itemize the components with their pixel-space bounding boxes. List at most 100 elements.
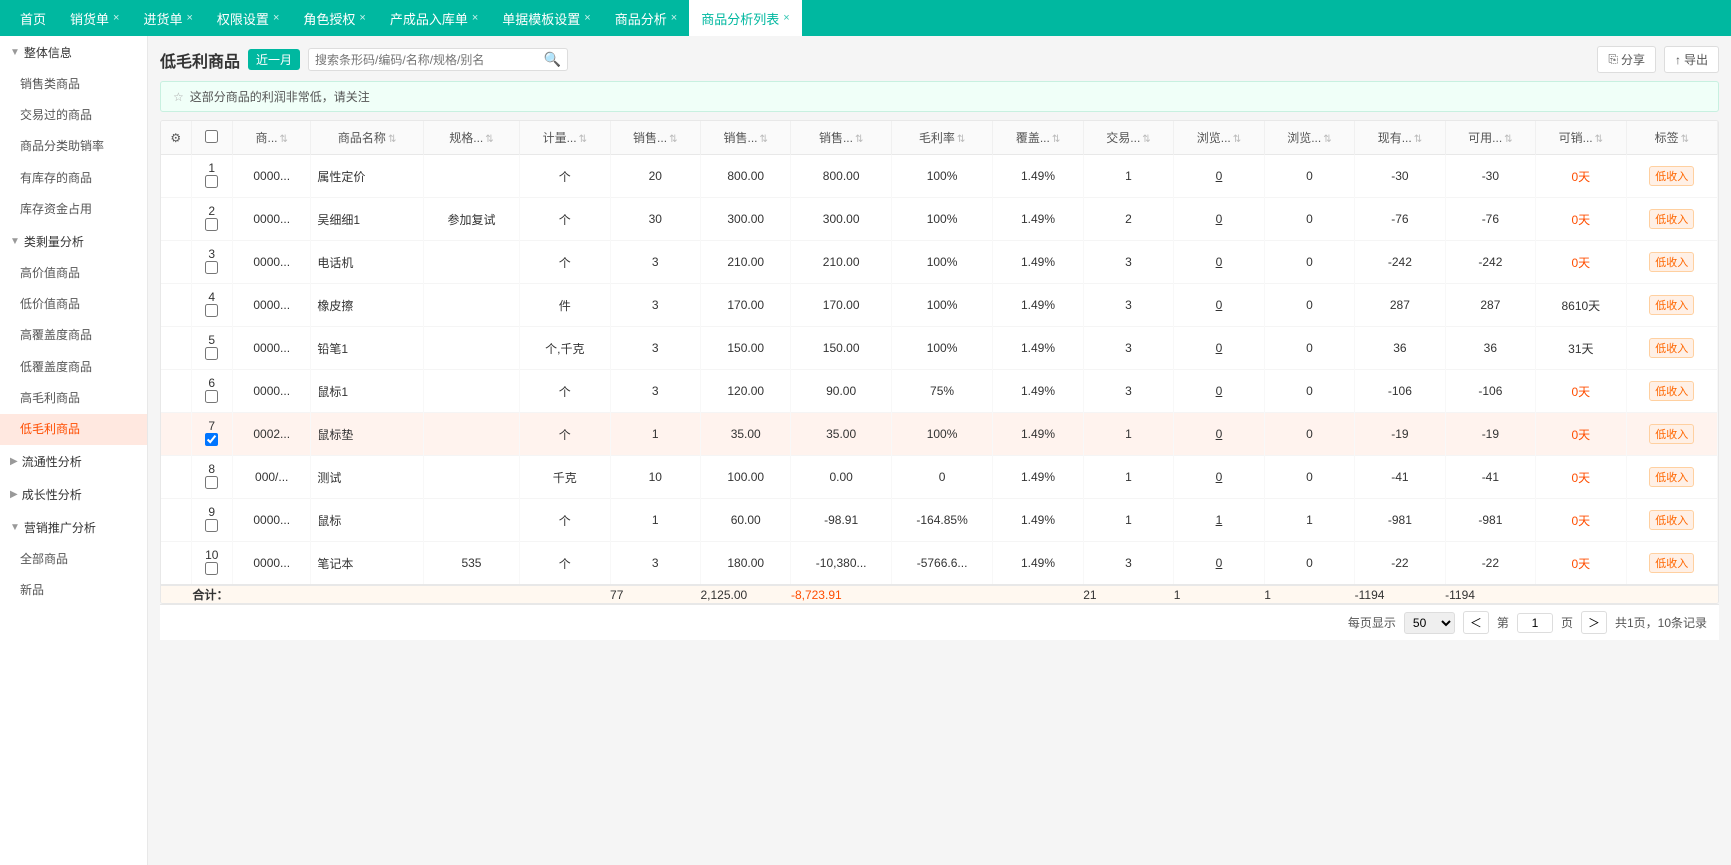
sidebar-item-category-sales-rate[interactable]: 商品分类助销率: [0, 131, 147, 162]
col-tag[interactable]: 标签⇅: [1626, 121, 1717, 155]
view1-link[interactable]: 0: [1216, 255, 1223, 269]
row-checkbox[interactable]: [205, 390, 218, 403]
nav-permission[interactable]: 权限设置 ×: [205, 0, 291, 36]
col-current[interactable]: 现有...⇅: [1355, 121, 1445, 155]
export-button[interactable]: ↑ 导出: [1664, 46, 1719, 73]
sidebar-item-traded-products[interactable]: 交易过的商品: [0, 100, 147, 131]
row-view1[interactable]: 0: [1174, 542, 1264, 586]
total-sales-profit: -8,723.91: [791, 585, 891, 603]
close-icon[interactable]: ×: [472, 12, 478, 24]
close-icon[interactable]: ×: [113, 12, 119, 24]
row-name: 吴细细1: [311, 198, 424, 241]
row-saleable: 0天: [1536, 499, 1626, 542]
row-checkbox[interactable]: [205, 433, 218, 446]
row-checkbox[interactable]: [205, 562, 218, 575]
nav-purchase-order[interactable]: 进货单 ×: [131, 0, 204, 36]
sidebar-item-high-coverage[interactable]: 高覆盖度商品: [0, 320, 147, 351]
sidebar-item-high-value[interactable]: 高价值商品: [0, 258, 147, 289]
sidebar-item-low-value[interactable]: 低价值商品: [0, 289, 147, 320]
sidebar-item-in-stock[interactable]: 有库存的商品: [0, 163, 147, 194]
col-coverage[interactable]: 覆盖...⇅: [993, 121, 1083, 155]
sidebar-group-surplus[interactable]: ▼ 类剩量分析: [0, 225, 147, 258]
view1-link[interactable]: 0: [1216, 212, 1223, 226]
row-view1[interactable]: 0: [1174, 284, 1264, 327]
col-sales-profit[interactable]: 销售...⇅: [791, 121, 891, 155]
sidebar-group-overall[interactable]: ▼ 整体信息: [0, 36, 147, 69]
row-checkbox[interactable]: [205, 218, 218, 231]
view1-link[interactable]: 0: [1216, 470, 1223, 484]
row-view1[interactable]: 0: [1174, 198, 1264, 241]
row-sales-price: 210.00: [700, 241, 790, 284]
sidebar-group-growth[interactable]: ▶ 成长性分析: [0, 478, 147, 511]
row-checkbox[interactable]: [205, 519, 218, 532]
search-input[interactable]: [315, 53, 544, 67]
next-page-button[interactable]: ＞: [1581, 611, 1607, 634]
row-view1[interactable]: 0: [1174, 456, 1264, 499]
view1-link[interactable]: 0: [1216, 169, 1223, 183]
view1-link[interactable]: 1: [1216, 513, 1223, 527]
notice-text: 这部分商品的利润非常低，请关注: [190, 88, 370, 105]
share-button[interactable]: ⎘ 分享: [1597, 46, 1656, 73]
row-checkbox[interactable]: [205, 476, 218, 489]
col-code[interactable]: 商...⇅: [233, 121, 311, 155]
nav-sales-order[interactable]: 销货单 ×: [58, 0, 131, 36]
col-unit[interactable]: 计量...⇅: [520, 121, 610, 155]
sidebar-item-low-coverage[interactable]: 低覆盖度商品: [0, 352, 147, 383]
col-spec[interactable]: 规格...⇅: [423, 121, 519, 155]
time-tag-button[interactable]: 近一月: [248, 49, 300, 70]
prev-page-button[interactable]: ＜: [1463, 611, 1489, 634]
row-view1[interactable]: 0: [1174, 370, 1264, 413]
col-gross-margin[interactable]: 毛利率⇅: [891, 121, 992, 155]
view1-link[interactable]: 0: [1216, 384, 1223, 398]
view1-link[interactable]: 0: [1216, 341, 1223, 355]
row-checkbox[interactable]: [205, 175, 218, 188]
close-icon[interactable]: ×: [783, 12, 789, 24]
nav-home[interactable]: 首页: [8, 0, 58, 36]
select-all-checkbox[interactable]: [205, 130, 218, 143]
row-saleable: 0天: [1536, 198, 1626, 241]
close-icon[interactable]: ×: [584, 12, 590, 24]
row-checkbox[interactable]: [205, 261, 218, 274]
row-view1[interactable]: 0: [1174, 413, 1264, 456]
col-sales-qty[interactable]: 销售...⇅: [610, 121, 700, 155]
col-view1[interactable]: 浏览...⇅: [1174, 121, 1264, 155]
close-icon[interactable]: ×: [273, 12, 279, 24]
nav-template-settings[interactable]: 单据模板设置 ×: [490, 0, 602, 36]
sidebar-group-marketing[interactable]: ▼ 营销推广分析: [0, 511, 147, 544]
sidebar-item-low-margin[interactable]: 低毛利商品: [0, 414, 147, 445]
sidebar-item-capital-usage[interactable]: 库存资金占用: [0, 194, 147, 225]
sidebar-item-high-margin[interactable]: 高毛利商品: [0, 383, 147, 414]
nav-product-analysis-list[interactable]: 商品分析列表 ×: [689, 0, 801, 36]
col-settings[interactable]: ⚙: [161, 121, 191, 155]
nav-role-auth[interactable]: 角色授权 ×: [291, 0, 377, 36]
search-icon[interactable]: 🔍: [544, 51, 561, 68]
view1-link[interactable]: 0: [1216, 427, 1223, 441]
row-checkbox[interactable]: [205, 304, 218, 317]
row-view1[interactable]: 0: [1174, 327, 1264, 370]
per-page-select[interactable]: 50 20 100: [1404, 612, 1455, 634]
nav-product-entry[interactable]: 产成品入库单 ×: [378, 0, 490, 36]
sidebar-group-circulation[interactable]: ▶ 流通性分析: [0, 445, 147, 478]
col-name[interactable]: 商品名称⇅: [311, 121, 424, 155]
col-transaction[interactable]: 交易...⇅: [1083, 121, 1173, 155]
close-icon[interactable]: ×: [359, 12, 365, 24]
nav-product-analysis[interactable]: 商品分析 ×: [603, 0, 689, 36]
col-saleable[interactable]: 可销...⇅: [1536, 121, 1626, 155]
row-view2: 0: [1264, 370, 1354, 413]
row-view1[interactable]: 0: [1174, 155, 1264, 198]
page-number-input[interactable]: [1517, 613, 1553, 633]
sidebar-item-sales-products[interactable]: 销售类商品: [0, 69, 147, 100]
view1-link[interactable]: 0: [1216, 298, 1223, 312]
col-sales-price[interactable]: 销售...⇅: [700, 121, 790, 155]
close-icon[interactable]: ×: [186, 12, 192, 24]
col-view2[interactable]: 浏览...⇅: [1264, 121, 1354, 155]
sidebar-item-new-products[interactable]: 新品: [0, 575, 147, 606]
col-checkbox[interactable]: [191, 121, 233, 155]
row-checkbox[interactable]: [205, 347, 218, 360]
row-view1[interactable]: 1: [1174, 499, 1264, 542]
view1-link[interactable]: 0: [1216, 556, 1223, 570]
close-icon[interactable]: ×: [671, 12, 677, 24]
row-view1[interactable]: 0: [1174, 241, 1264, 284]
col-available[interactable]: 可用...⇅: [1445, 121, 1535, 155]
sidebar-item-all-products[interactable]: 全部商品: [0, 544, 147, 575]
